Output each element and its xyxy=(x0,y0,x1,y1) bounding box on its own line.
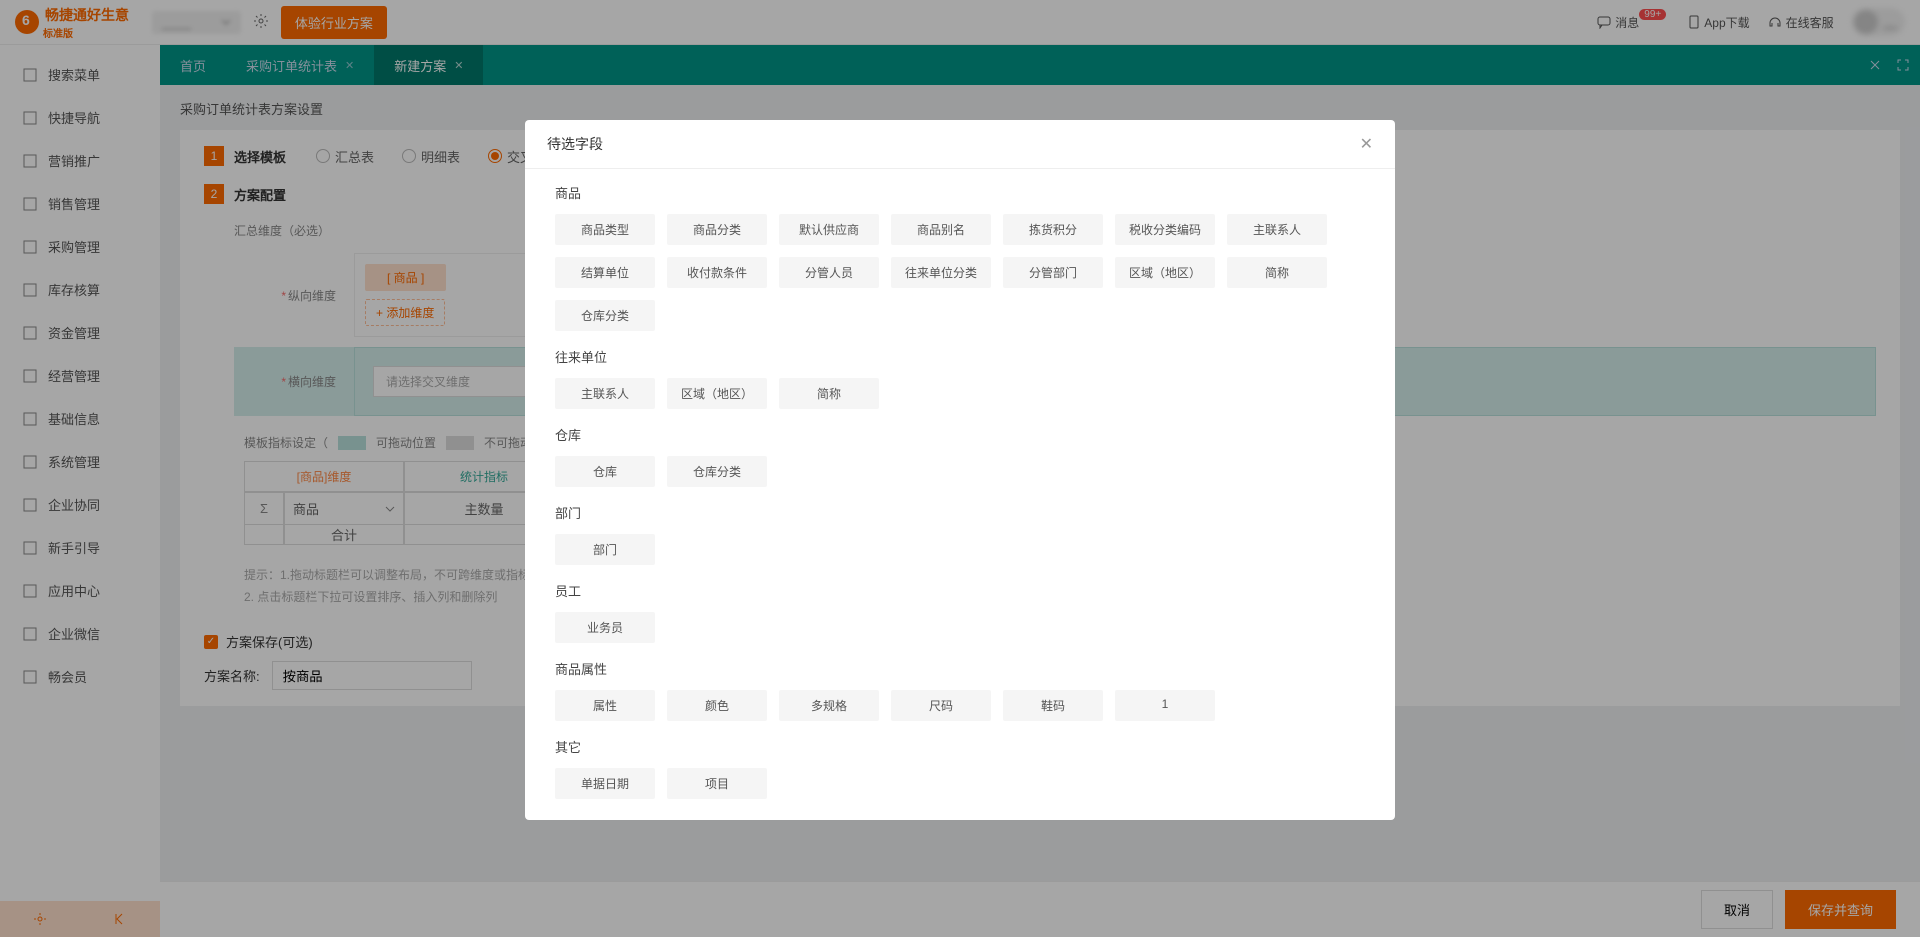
field-tag[interactable]: 拣货积分 xyxy=(1003,214,1103,245)
field-tag[interactable]: 部门 xyxy=(555,534,655,565)
field-tag[interactable]: 税收分类编码 xyxy=(1115,214,1215,245)
modal-close-button[interactable]: ✕ xyxy=(1360,134,1373,154)
field-group-title-5: 商品属性 xyxy=(555,659,1365,678)
field-tag[interactable]: 分管人员 xyxy=(779,257,879,288)
field-group-title-0: 商品 xyxy=(555,183,1365,202)
field-tag[interactable]: 往来单位分类 xyxy=(891,257,991,288)
field-tag[interactable]: 简称 xyxy=(779,378,879,409)
field-tag[interactable]: 区域（地区） xyxy=(1115,257,1215,288)
field-tag[interactable]: 单据日期 xyxy=(555,768,655,799)
field-tag[interactable]: 颜色 xyxy=(667,690,767,721)
field-tag[interactable]: 项目 xyxy=(667,768,767,799)
field-tag[interactable]: 仓库分类 xyxy=(667,456,767,487)
field-tag[interactable]: 业务员 xyxy=(555,612,655,643)
field-tag[interactable]: 尺码 xyxy=(891,690,991,721)
field-tag[interactable]: 属性 xyxy=(555,690,655,721)
field-tag[interactable]: 结算单位 xyxy=(555,257,655,288)
field-tag[interactable]: 仓库 xyxy=(555,456,655,487)
field-tag[interactable]: 多规格 xyxy=(779,690,879,721)
field-tag[interactable]: 区域（地区） xyxy=(667,378,767,409)
field-group-title-6: 其它 xyxy=(555,737,1365,756)
field-tag[interactable]: 分管部门 xyxy=(1003,257,1103,288)
field-group-title-2: 仓库 xyxy=(555,425,1365,444)
field-group-title-4: 员工 xyxy=(555,581,1365,600)
field-tag[interactable]: 默认供应商 xyxy=(779,214,879,245)
modal-title: 待选字段 xyxy=(547,134,603,154)
field-tag[interactable]: 仓库分类 xyxy=(555,300,655,331)
field-group-title-3: 部门 xyxy=(555,503,1365,522)
field-tag[interactable]: 收付款条件 xyxy=(667,257,767,288)
field-tag[interactable]: 主联系人 xyxy=(555,378,655,409)
field-tag[interactable]: 主联系人 xyxy=(1227,214,1327,245)
field-tag[interactable]: 商品类型 xyxy=(555,214,655,245)
field-tag[interactable]: 商品别名 xyxy=(891,214,991,245)
field-group-title-1: 往来单位 xyxy=(555,347,1365,366)
field-selector-modal: 待选字段 ✕ 商品商品类型商品分类默认供应商商品别名拣货积分税收分类编码主联系人… xyxy=(525,120,1395,820)
field-tag[interactable]: 鞋码 xyxy=(1003,690,1103,721)
modal-overlay[interactable]: 待选字段 ✕ 商品商品类型商品分类默认供应商商品别名拣货积分税收分类编码主联系人… xyxy=(0,0,1920,937)
field-tag[interactable]: 商品分类 xyxy=(667,214,767,245)
field-tag[interactable]: 1 xyxy=(1115,690,1215,721)
field-tag[interactable]: 简称 xyxy=(1227,257,1327,288)
